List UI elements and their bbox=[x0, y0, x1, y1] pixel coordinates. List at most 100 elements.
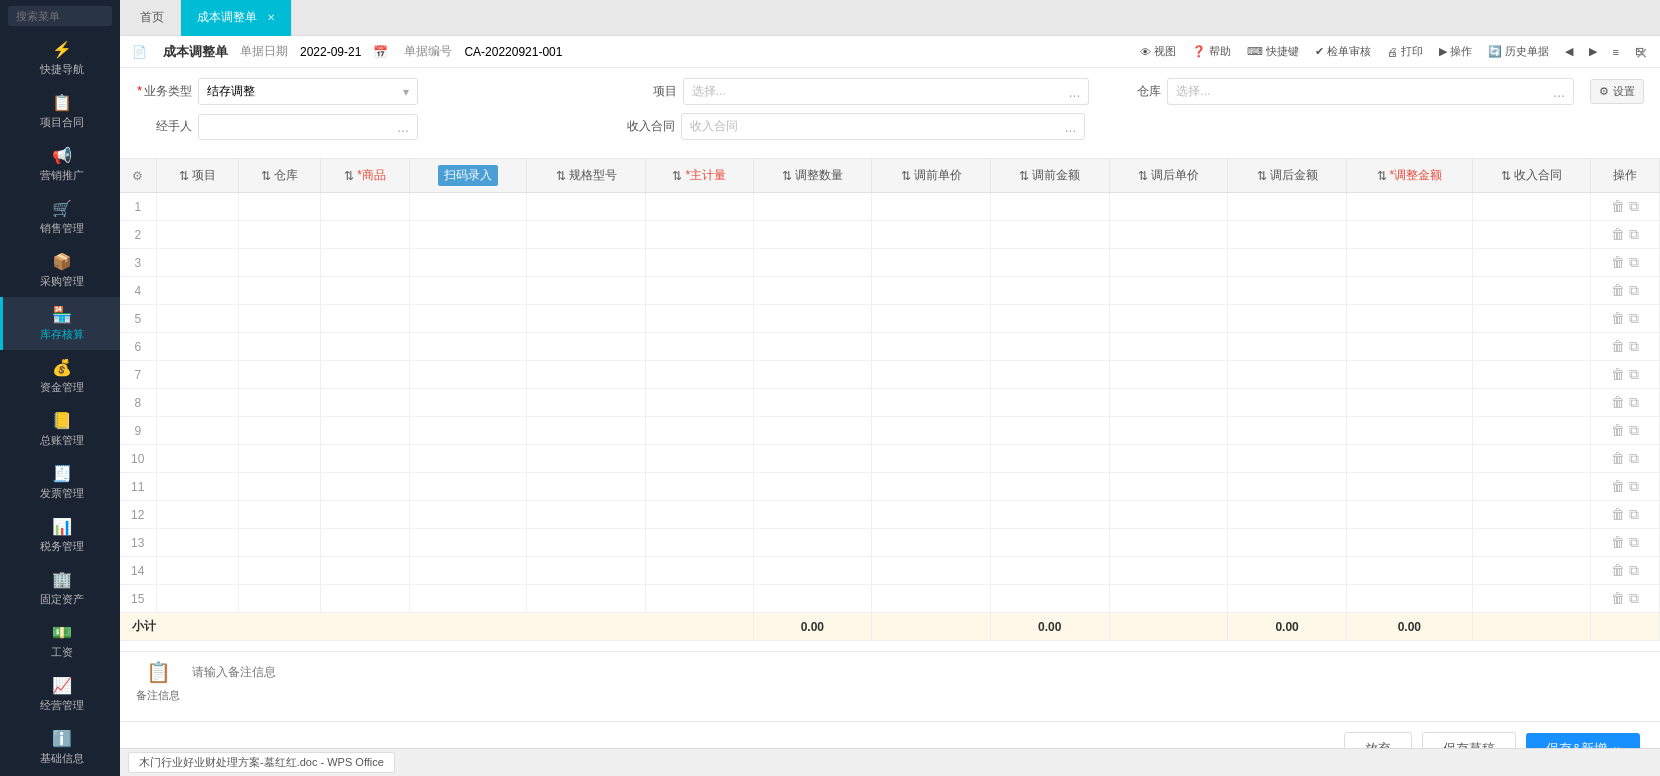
cell-scan-11[interactable] bbox=[410, 473, 527, 501]
cell-post-unit-price-9[interactable] bbox=[1109, 417, 1228, 445]
cell-product-13[interactable] bbox=[320, 529, 409, 557]
cell-scan-13[interactable] bbox=[410, 529, 527, 557]
cell-pre-unit-price-9[interactable] bbox=[872, 417, 991, 445]
cell-spec-1[interactable] bbox=[527, 193, 646, 221]
delete-icon-15[interactable]: 🗑 bbox=[1611, 590, 1625, 607]
cell-warehouse-4[interactable] bbox=[238, 277, 320, 305]
cell-post-amount-6[interactable] bbox=[1228, 333, 1347, 361]
cell-adjust-amount-5[interactable] bbox=[1346, 305, 1472, 333]
cell-income-contract-8[interactable] bbox=[1472, 389, 1591, 417]
cell-project-7[interactable] bbox=[156, 361, 238, 389]
cell-unit-3[interactable] bbox=[645, 249, 753, 277]
cell-project-8[interactable] bbox=[156, 389, 238, 417]
cell-spec-13[interactable] bbox=[527, 529, 646, 557]
sort-icon-2[interactable]: ⇅ bbox=[261, 169, 271, 183]
cell-product-15[interactable] bbox=[320, 585, 409, 613]
cell-income-contract-5[interactable] bbox=[1472, 305, 1591, 333]
delete-icon-2[interactable]: 🗑 bbox=[1611, 226, 1625, 243]
cell-project-5[interactable] bbox=[156, 305, 238, 333]
cell-adjust-qty-7[interactable] bbox=[753, 361, 872, 389]
cell-project-14[interactable] bbox=[156, 557, 238, 585]
cell-adjust-amount-8[interactable] bbox=[1346, 389, 1472, 417]
cell-scan-9[interactable] bbox=[410, 417, 527, 445]
cell-pre-amount-1[interactable] bbox=[990, 193, 1109, 221]
cell-income-contract-13[interactable] bbox=[1472, 529, 1591, 557]
sidebar-item-sales-mgmt[interactable]: 🛒 销售管理 bbox=[0, 191, 120, 244]
cell-unit-4[interactable] bbox=[645, 277, 753, 305]
cell-adjust-amount-14[interactable] bbox=[1346, 557, 1472, 585]
delete-icon-7[interactable]: 🗑 bbox=[1611, 366, 1625, 383]
cell-project-15[interactable] bbox=[156, 585, 238, 613]
cell-post-amount-8[interactable] bbox=[1228, 389, 1347, 417]
cell-income-contract-7[interactable] bbox=[1472, 361, 1591, 389]
cell-scan-4[interactable] bbox=[410, 277, 527, 305]
cell-adjust-qty-12[interactable] bbox=[753, 501, 872, 529]
sort-icon-3[interactable]: ⇅ bbox=[344, 169, 354, 183]
check-review-btn[interactable]: ✔ 检单审核 bbox=[1311, 42, 1375, 61]
copy-icon-2[interactable]: ⧉ bbox=[1629, 226, 1639, 243]
sidebar-item-invoice-mgmt[interactable]: 🧾 发票管理 bbox=[0, 456, 120, 509]
col-gear-icon[interactable]: ⚙ bbox=[132, 169, 143, 183]
agent-dots-icon[interactable]: ... bbox=[397, 119, 409, 135]
cell-pre-amount-14[interactable] bbox=[990, 557, 1109, 585]
sort-icon-11[interactable]: ⇅ bbox=[1377, 169, 1387, 183]
cell-adjust-amount-3[interactable] bbox=[1346, 249, 1472, 277]
cell-spec-2[interactable] bbox=[527, 221, 646, 249]
cell-unit-13[interactable] bbox=[645, 529, 753, 557]
cell-pre-unit-price-15[interactable] bbox=[872, 585, 991, 613]
cell-income-contract-15[interactable] bbox=[1472, 585, 1591, 613]
cell-product-3[interactable] bbox=[320, 249, 409, 277]
cell-spec-3[interactable] bbox=[527, 249, 646, 277]
cell-warehouse-14[interactable] bbox=[238, 557, 320, 585]
delete-icon-9[interactable]: 🗑 bbox=[1611, 422, 1625, 439]
sort-icon[interactable]: ⇅ bbox=[179, 169, 189, 183]
cell-pre-unit-price-12[interactable] bbox=[872, 501, 991, 529]
delete-icon-4[interactable]: 🗑 bbox=[1611, 282, 1625, 299]
search-input[interactable] bbox=[8, 6, 112, 26]
tab-close-icon[interactable]: ✕ bbox=[267, 12, 275, 23]
cell-pre-amount-10[interactable] bbox=[990, 445, 1109, 473]
cell-income-contract-4[interactable] bbox=[1472, 277, 1591, 305]
cell-pre-amount-9[interactable] bbox=[990, 417, 1109, 445]
cell-scan-6[interactable] bbox=[410, 333, 527, 361]
cell-adjust-qty-5[interactable] bbox=[753, 305, 872, 333]
sort-icon-5[interactable]: ⇅ bbox=[672, 169, 682, 183]
copy-icon-13[interactable]: ⧉ bbox=[1629, 534, 1639, 551]
cell-project-11[interactable] bbox=[156, 473, 238, 501]
cell-unit-14[interactable] bbox=[645, 557, 753, 585]
cell-adjust-qty-11[interactable] bbox=[753, 473, 872, 501]
cell-warehouse-2[interactable] bbox=[238, 221, 320, 249]
copy-icon-1[interactable]: ⧉ bbox=[1629, 198, 1639, 215]
cell-pre-amount-13[interactable] bbox=[990, 529, 1109, 557]
cell-pre-unit-price-5[interactable] bbox=[872, 305, 991, 333]
cell-adjust-amount-13[interactable] bbox=[1346, 529, 1472, 557]
tab-cost-adjust[interactable]: 成本调整单 ✕ bbox=[181, 0, 292, 36]
window-close-button[interactable]: ✕ bbox=[1635, 44, 1648, 63]
taskbar-item[interactable]: 木门行业好业财处理方案-墓红红.doc - WPS Office bbox=[128, 752, 395, 773]
cell-income-contract-3[interactable] bbox=[1472, 249, 1591, 277]
cell-post-amount-1[interactable] bbox=[1228, 193, 1347, 221]
cell-scan-8[interactable] bbox=[410, 389, 527, 417]
cell-post-amount-4[interactable] bbox=[1228, 277, 1347, 305]
cell-adjust-qty-6[interactable] bbox=[753, 333, 872, 361]
cell-warehouse-13[interactable] bbox=[238, 529, 320, 557]
project-dots-icon[interactable]: ... bbox=[1069, 84, 1081, 100]
copy-icon-4[interactable]: ⧉ bbox=[1629, 282, 1639, 299]
print-btn[interactable]: 🖨 打印 bbox=[1383, 42, 1427, 61]
cell-scan-1[interactable] bbox=[410, 193, 527, 221]
copy-icon-8[interactable]: ⧉ bbox=[1629, 394, 1639, 411]
cell-product-12[interactable] bbox=[320, 501, 409, 529]
cell-warehouse-7[interactable] bbox=[238, 361, 320, 389]
cell-product-2[interactable] bbox=[320, 221, 409, 249]
tab-home[interactable]: 首页 bbox=[124, 0, 181, 36]
cell-scan-10[interactable] bbox=[410, 445, 527, 473]
cell-product-1[interactable] bbox=[320, 193, 409, 221]
cell-post-amount-9[interactable] bbox=[1228, 417, 1347, 445]
copy-icon-5[interactable]: ⧉ bbox=[1629, 310, 1639, 327]
cell-warehouse-3[interactable] bbox=[238, 249, 320, 277]
history-btn[interactable]: 🔄 历史单据 bbox=[1484, 42, 1553, 61]
cell-income-contract-14[interactable] bbox=[1472, 557, 1591, 585]
cell-warehouse-10[interactable] bbox=[238, 445, 320, 473]
copy-icon-3[interactable]: ⧉ bbox=[1629, 254, 1639, 271]
cell-project-1[interactable] bbox=[156, 193, 238, 221]
